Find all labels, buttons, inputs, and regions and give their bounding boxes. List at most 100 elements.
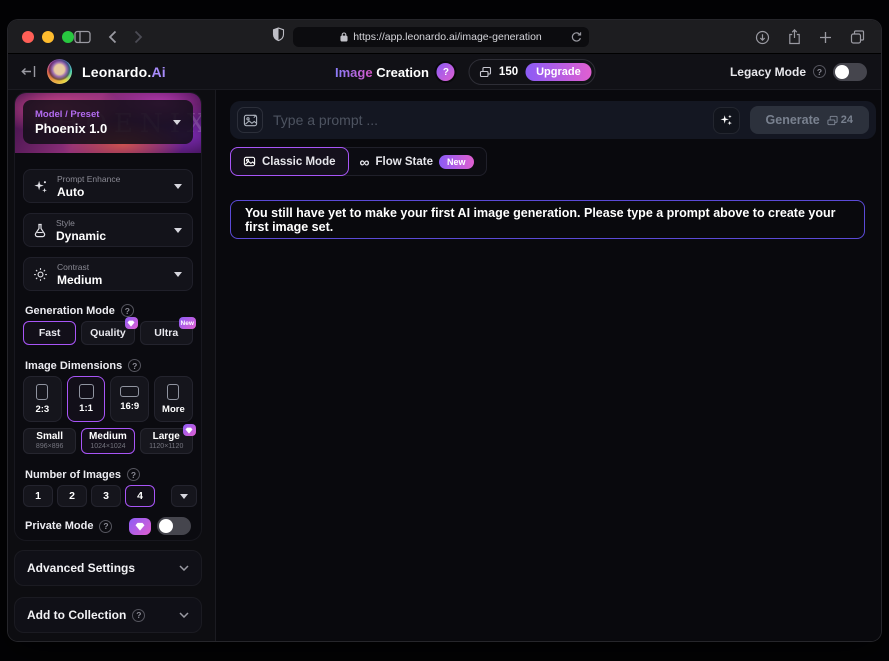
brand-logo[interactable]: Leonardo.Ai [82, 64, 166, 80]
prompt-enhance-dropdown[interactable]: Prompt Enhance Auto [23, 169, 193, 203]
legacy-mode-toggle[interactable] [833, 62, 867, 81]
tab-overview-icon[interactable] [850, 30, 865, 44]
back-icon[interactable] [108, 30, 117, 44]
browser-chrome: https://app.leonardo.ai/image-generation [8, 20, 881, 54]
chevron-down-icon [174, 227, 182, 233]
generate-cost: 24 [840, 114, 853, 126]
help-icon[interactable]: ? [120, 304, 134, 317]
settings-sidebar: PHOENIX Model / Preset Phoenix 1.0 [8, 90, 215, 641]
token-coin-icon [480, 66, 492, 78]
dropdown-value: Auto [57, 184, 85, 199]
sparkles-icon [33, 179, 48, 194]
help-icon[interactable]: ? [132, 608, 146, 622]
new-badge: New [439, 154, 474, 169]
gallery-icon [243, 155, 256, 168]
avatar[interactable] [47, 59, 72, 84]
upgrade-button[interactable]: Upgrade [525, 63, 592, 81]
mode-tabs: Classic Mode ∞ Flow State New [230, 147, 487, 176]
count-more-dropdown[interactable] [171, 485, 197, 507]
size-small-button[interactable]: Small 896×896 [23, 428, 77, 454]
first-generation-notice: You still have yet to make your first AI… [230, 200, 865, 239]
add-to-collection-accordion[interactable]: Add to Collection ? [14, 597, 202, 633]
dropdown-value: Dynamic [56, 228, 107, 243]
token-coin-icon [827, 115, 838, 126]
page-title: Image Creation [334, 64, 429, 80]
image-prompt-icon[interactable] [237, 107, 263, 133]
share-icon[interactable] [788, 29, 801, 45]
reload-icon[interactable] [571, 31, 582, 43]
enhance-prompt-button[interactable] [712, 106, 740, 134]
aspect-ratio-options: 2:3 1:1 16:9 More [23, 376, 193, 422]
token-count: 150 [498, 66, 519, 78]
traffic-lights [22, 31, 74, 43]
collapse-sidebar-icon[interactable] [21, 65, 37, 78]
downloads-icon[interactable] [755, 30, 770, 45]
minimize-window-button[interactable] [42, 31, 54, 43]
chevron-down-icon [174, 271, 182, 277]
flask-icon [33, 223, 47, 238]
size-large-button[interactable]: Large 1120×1120 [139, 424, 196, 454]
dropdown-label: Style [56, 217, 75, 228]
dropdown-label: Contrast [57, 261, 90, 272]
forward-icon[interactable] [134, 30, 143, 44]
ratio-2-3-button[interactable]: 2:3 [23, 376, 62, 422]
close-window-button[interactable] [22, 31, 34, 43]
premium-gem-icon [129, 517, 151, 535]
generation-workspace: Generate 24 Classic Mode [215, 90, 881, 641]
ratio-16-9-button[interactable]: 16:9 [110, 376, 150, 422]
sun-icon [33, 267, 48, 282]
help-icon[interactable]: ? [126, 468, 140, 481]
model-preset-value: Phoenix 1.0 [35, 120, 108, 136]
new-badge: New [178, 317, 196, 329]
mode-quality-button[interactable]: Quality [81, 317, 138, 345]
new-tab-icon[interactable] [819, 31, 832, 44]
contrast-dropdown[interactable]: Contrast Medium [23, 257, 193, 291]
generation-mode-options: Fast Quality Ultra New [23, 317, 196, 345]
mode-fast-button[interactable]: Fast [23, 321, 77, 345]
generate-button[interactable]: Generate 24 [749, 106, 869, 134]
chevron-down-icon [179, 612, 189, 618]
tab-flow-state[interactable]: ∞ Flow State New [348, 148, 486, 175]
chevron-down-icon [173, 119, 181, 125]
count-1-button[interactable]: 1 [23, 485, 53, 507]
size-medium-button[interactable]: Medium 1024×1024 [81, 428, 135, 454]
help-icon[interactable]: ? [99, 519, 113, 533]
prompt-input[interactable] [273, 112, 703, 128]
count-3-button[interactable]: 3 [91, 485, 121, 507]
ratio-more-button[interactable]: More [154, 376, 193, 422]
model-preset-card[interactable]: PHOENIX Model / Preset Phoenix 1.0 [15, 93, 201, 153]
url-bar[interactable]: https://app.leonardo.ai/image-generation [293, 27, 589, 47]
advanced-settings-accordion[interactable]: Advanced Settings [14, 550, 202, 586]
infinity-icon: ∞ [359, 153, 370, 170]
style-dropdown[interactable]: Style Dynamic [23, 213, 193, 247]
token-pill: 150 Upgrade [468, 59, 596, 85]
premium-gem-icon [124, 317, 138, 329]
private-mode-toggle[interactable] [157, 517, 191, 535]
dropdown-label: Prompt Enhance [57, 173, 121, 184]
help-icon[interactable]: ? [128, 359, 142, 372]
number-of-images-options: 1 2 3 4 [23, 485, 197, 507]
model-preset-label: Model / Preset [35, 108, 100, 120]
image-dimensions-heading: Image Dimensions ? [25, 359, 142, 372]
zoom-window-button[interactable] [62, 31, 74, 43]
count-4-button[interactable]: 4 [125, 485, 155, 507]
premium-gem-icon [182, 424, 196, 436]
mode-ultra-button[interactable]: Ultra New [139, 317, 196, 345]
count-2-button[interactable]: 2 [57, 485, 87, 507]
tab-classic-mode[interactable]: Classic Mode [230, 147, 349, 176]
app-header: Leonardo.Ai Image Creation ? 150 Upgrade… [8, 54, 881, 90]
prompt-bar: Generate 24 [230, 101, 876, 139]
sidebar-toggle-icon[interactable] [74, 30, 91, 44]
chevron-down-icon [174, 183, 182, 189]
browser-window: https://app.leonardo.ai/image-generation [8, 20, 881, 641]
private-mode-row: Private Mode ? [25, 517, 191, 535]
lock-icon [340, 32, 348, 42]
privacy-shield-icon[interactable] [272, 27, 285, 42]
legacy-mode-label: Legacy Mode [729, 64, 806, 79]
title-help-icon[interactable]: ? [436, 63, 455, 81]
chevron-down-icon [179, 565, 189, 571]
number-of-images-heading: Number of Images ? [25, 468, 140, 481]
ratio-1-1-button[interactable]: 1:1 [66, 376, 106, 422]
legacy-mode-help-icon[interactable]: ? [813, 65, 826, 78]
private-mode-label: Private Mode [25, 520, 94, 532]
